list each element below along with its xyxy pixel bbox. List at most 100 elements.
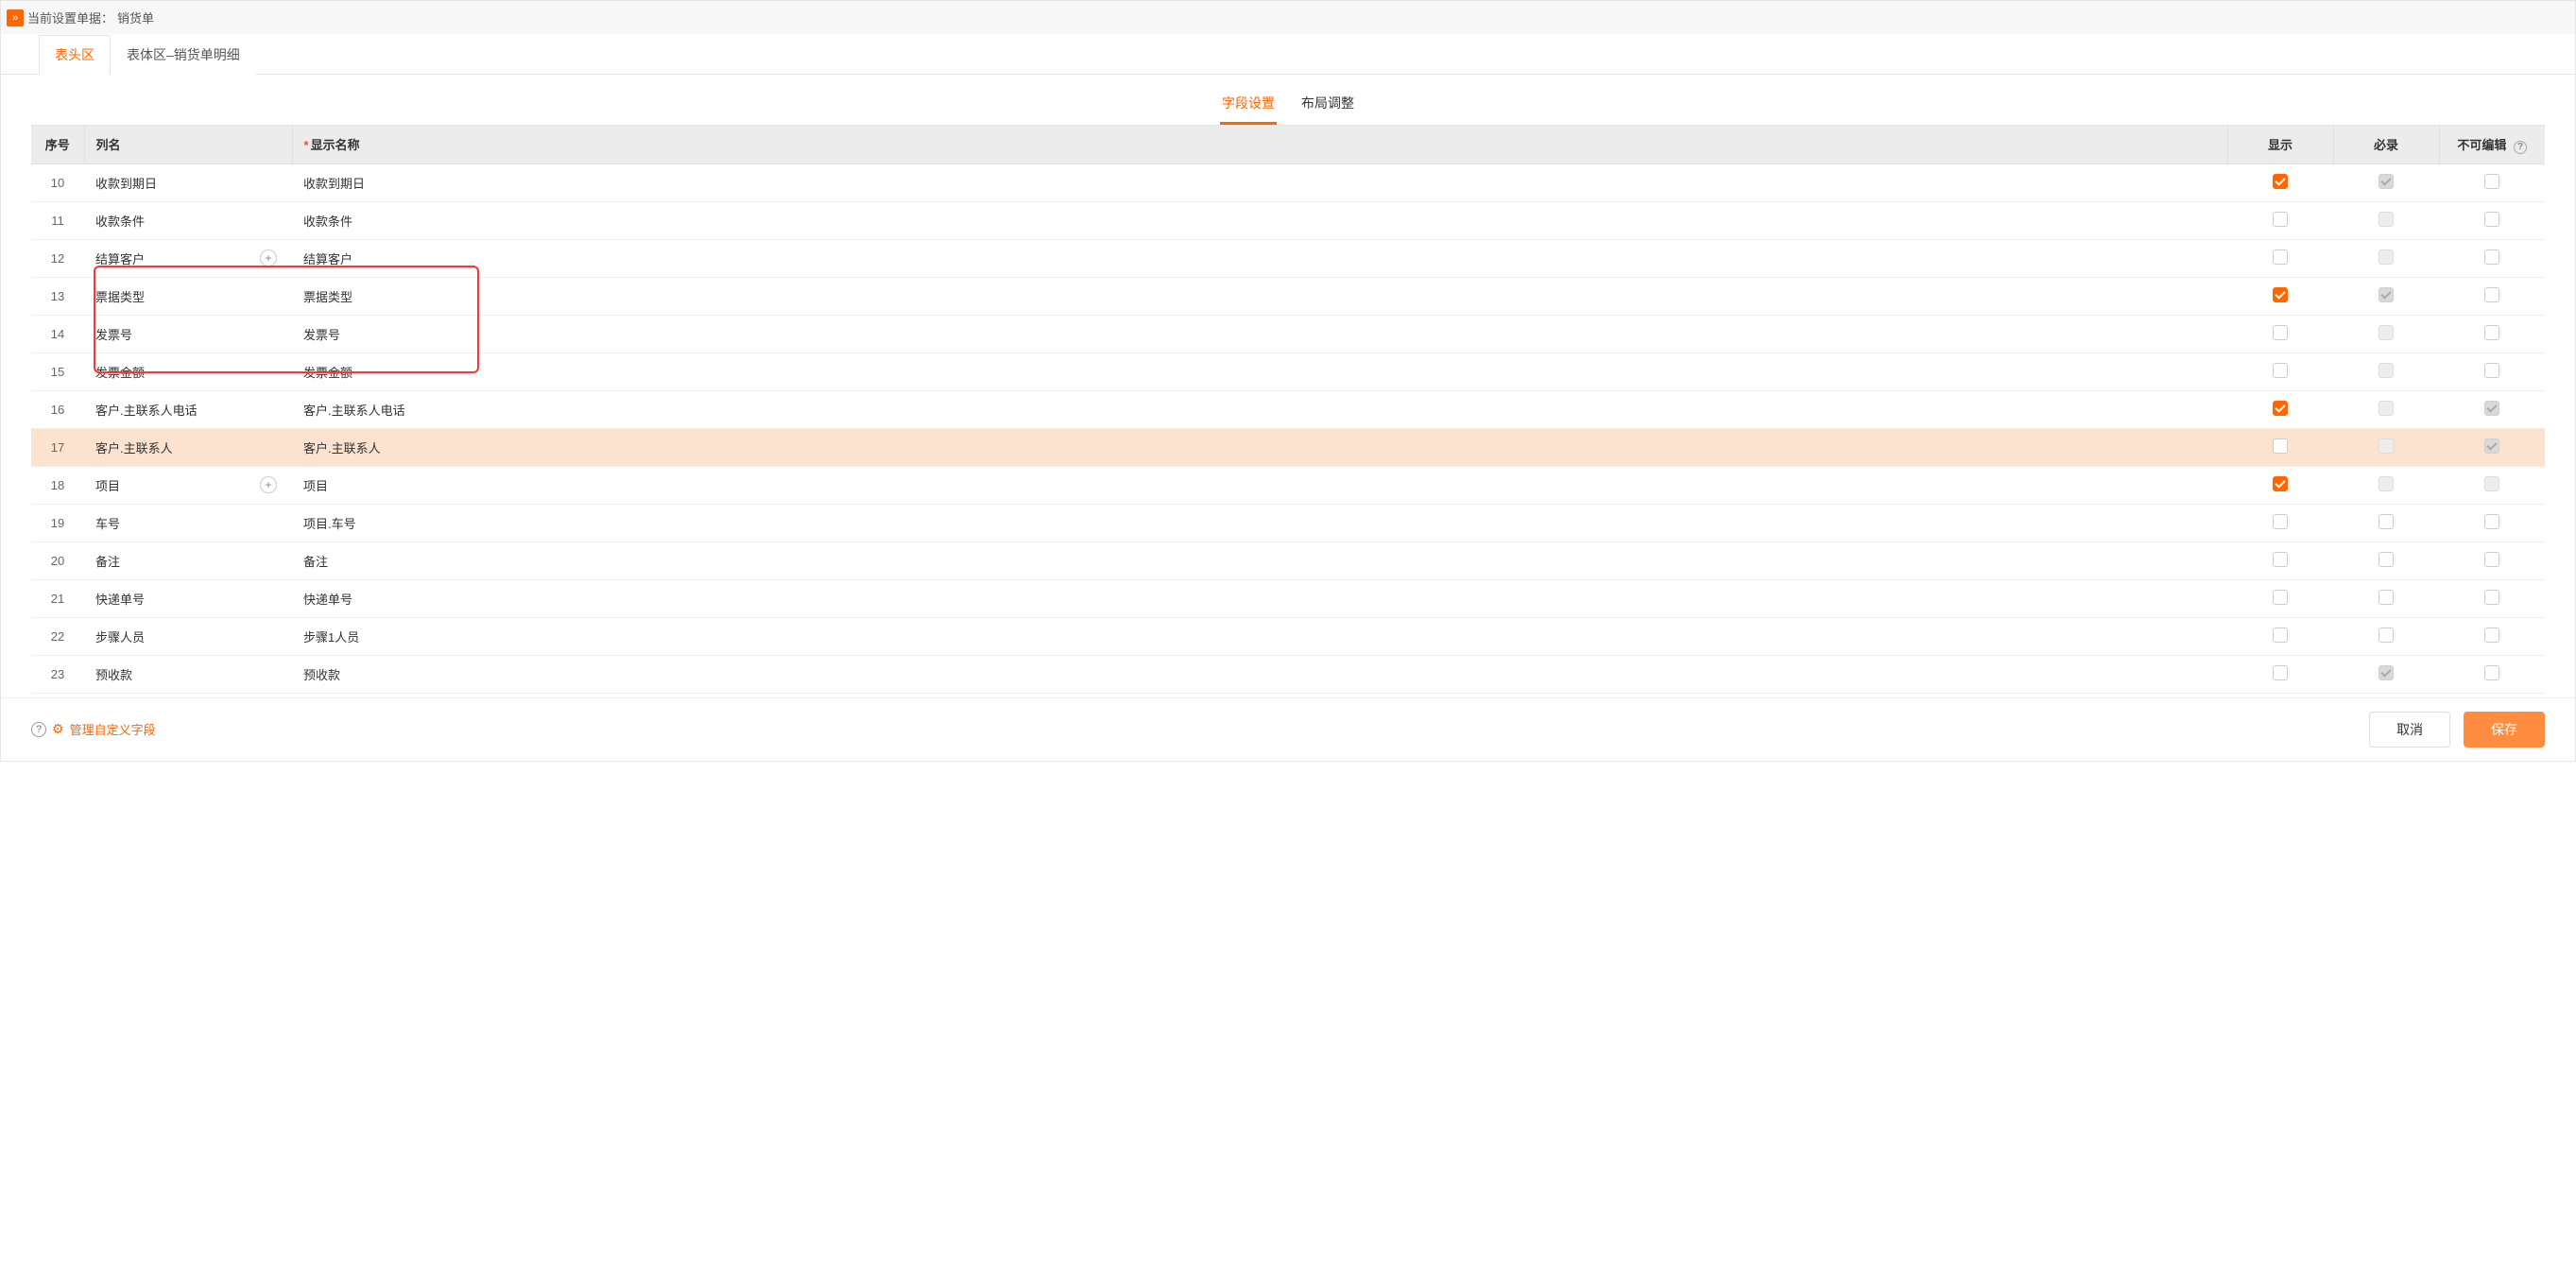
required-checkbox[interactable] [2379,627,2394,643]
cell-display-name[interactable]: 预收款 [292,655,2227,693]
cell-noedit [2439,163,2545,201]
table-row[interactable]: 23预收款预收款 [31,655,2545,693]
noedit-checkbox[interactable] [2484,665,2499,680]
required-checkbox [2379,438,2394,454]
noedit-checkbox[interactable] [2484,627,2499,643]
sub-tab-field-settings[interactable]: 字段设置 [1220,88,1277,125]
show-checkbox[interactable] [2273,249,2288,265]
cell-display-name[interactable]: 发票号 [292,315,2227,352]
cell-display-name[interactable]: 发票金额 [292,352,2227,390]
show-checkbox[interactable] [2273,401,2288,416]
table-row[interactable]: 14发票号发票号 [31,315,2545,352]
table-row[interactable]: 22步骤人员步骤1人员 [31,617,2545,655]
show-checkbox[interactable] [2273,514,2288,529]
cell-noedit [2439,428,2545,466]
required-checkbox[interactable] [2379,552,2394,567]
table-row[interactable]: 21快递单号快递单号 [31,579,2545,617]
table-row[interactable]: 18项目+项目 [31,466,2545,504]
cell-required [2333,277,2439,315]
cell-seq: 13 [31,277,84,315]
cell-required [2333,352,2439,390]
table-row[interactable]: 15发票金额发票金额 [31,352,2545,390]
th-seq: 序号 [31,126,84,163]
show-checkbox[interactable] [2273,325,2288,340]
required-checkbox [2379,363,2394,378]
cell-show [2227,277,2333,315]
required-checkbox[interactable] [2379,514,2394,529]
table-row[interactable]: 10收款到期日收款到期日 [31,163,2545,201]
table-row[interactable]: 12结算客户+结算客户 [31,239,2545,277]
cell-display-name[interactable]: 步骤1人员 [292,617,2227,655]
cell-required [2333,201,2439,239]
save-button[interactable]: 保存 [2464,712,2545,748]
table-row[interactable]: 19车号项目.车号 [31,504,2545,541]
cell-display-name[interactable]: 项目.车号 [292,504,2227,541]
cell-display-name[interactable]: 收款条件 [292,201,2227,239]
cell-display-name[interactable]: 客户.主联系人 [292,428,2227,466]
cell-noedit [2439,466,2545,504]
noedit-checkbox[interactable] [2484,174,2499,189]
noedit-checkbox[interactable] [2484,363,2499,378]
cell-seq: 15 [31,352,84,390]
manage-custom-fields-link[interactable]: 管理自定义字段 [70,720,156,738]
noedit-checkbox[interactable] [2484,212,2499,227]
cancel-button[interactable]: 取消 [2369,712,2450,748]
noedit-checkbox[interactable] [2484,590,2499,605]
show-checkbox[interactable] [2273,627,2288,643]
th-noedit: 不可编辑 ? [2439,126,2545,163]
table-row[interactable]: 11收款条件收款条件 [31,201,2545,239]
cell-display-name[interactable]: 结算客户 [292,239,2227,277]
show-checkbox[interactable] [2273,174,2288,189]
required-checkbox [2379,249,2394,265]
cell-required [2333,541,2439,579]
area-tabs: 表头区 表体区–销货单明细 [1,34,2575,75]
cell-seq: 18 [31,466,84,504]
expand-icon[interactable]: » [7,9,24,26]
show-checkbox[interactable] [2273,476,2288,491]
add-icon[interactable]: + [260,476,277,493]
show-checkbox[interactable] [2273,212,2288,227]
cell-required [2333,315,2439,352]
tab-header-area[interactable]: 表头区 [39,35,111,75]
add-icon[interactable]: + [260,249,277,266]
cell-display-name[interactable]: 客户.主联系人电话 [292,390,2227,428]
cell-noedit [2439,239,2545,277]
cell-noedit [2439,617,2545,655]
required-checkbox[interactable] [2379,590,2394,605]
cell-display-name[interactable]: 项目 [292,466,2227,504]
required-checkbox [2379,665,2394,680]
table-row[interactable]: 20备注备注 [31,541,2545,579]
cell-required [2333,428,2439,466]
table-row[interactable]: 16客户.主联系人电话客户.主联系人电话 [31,390,2545,428]
cell-seq: 21 [31,579,84,617]
cell-noedit [2439,390,2545,428]
show-checkbox[interactable] [2273,552,2288,567]
cell-noedit [2439,201,2545,239]
noedit-checkbox[interactable] [2484,552,2499,567]
cell-display-name[interactable]: 收款到期日 [292,163,2227,201]
sub-tab-layout-adjust[interactable]: 布局调整 [1299,88,1356,125]
help-icon[interactable]: ? [2514,141,2527,154]
show-checkbox[interactable] [2273,438,2288,454]
cell-required [2333,655,2439,693]
cell-required [2333,579,2439,617]
cell-required [2333,617,2439,655]
show-checkbox[interactable] [2273,287,2288,302]
show-checkbox[interactable] [2273,665,2288,680]
cell-noedit [2439,277,2545,315]
show-checkbox[interactable] [2273,363,2288,378]
cell-display-name[interactable]: 票据类型 [292,277,2227,315]
cell-display-name[interactable]: 备注 [292,541,2227,579]
table-row[interactable]: 17客户.主联系人客户.主联系人 [31,428,2545,466]
show-checkbox[interactable] [2273,590,2288,605]
question-icon[interactable]: ? [31,722,46,737]
tab-body-area[interactable]: 表体区–销货单明细 [111,35,256,75]
cell-display-name[interactable]: 快递单号 [292,579,2227,617]
noedit-checkbox[interactable] [2484,249,2499,265]
noedit-checkbox[interactable] [2484,325,2499,340]
th-display-name: *显示名称 [292,126,2227,163]
noedit-checkbox[interactable] [2484,514,2499,529]
cell-show [2227,428,2333,466]
table-row[interactable]: 13票据类型票据类型 [31,277,2545,315]
noedit-checkbox[interactable] [2484,287,2499,302]
